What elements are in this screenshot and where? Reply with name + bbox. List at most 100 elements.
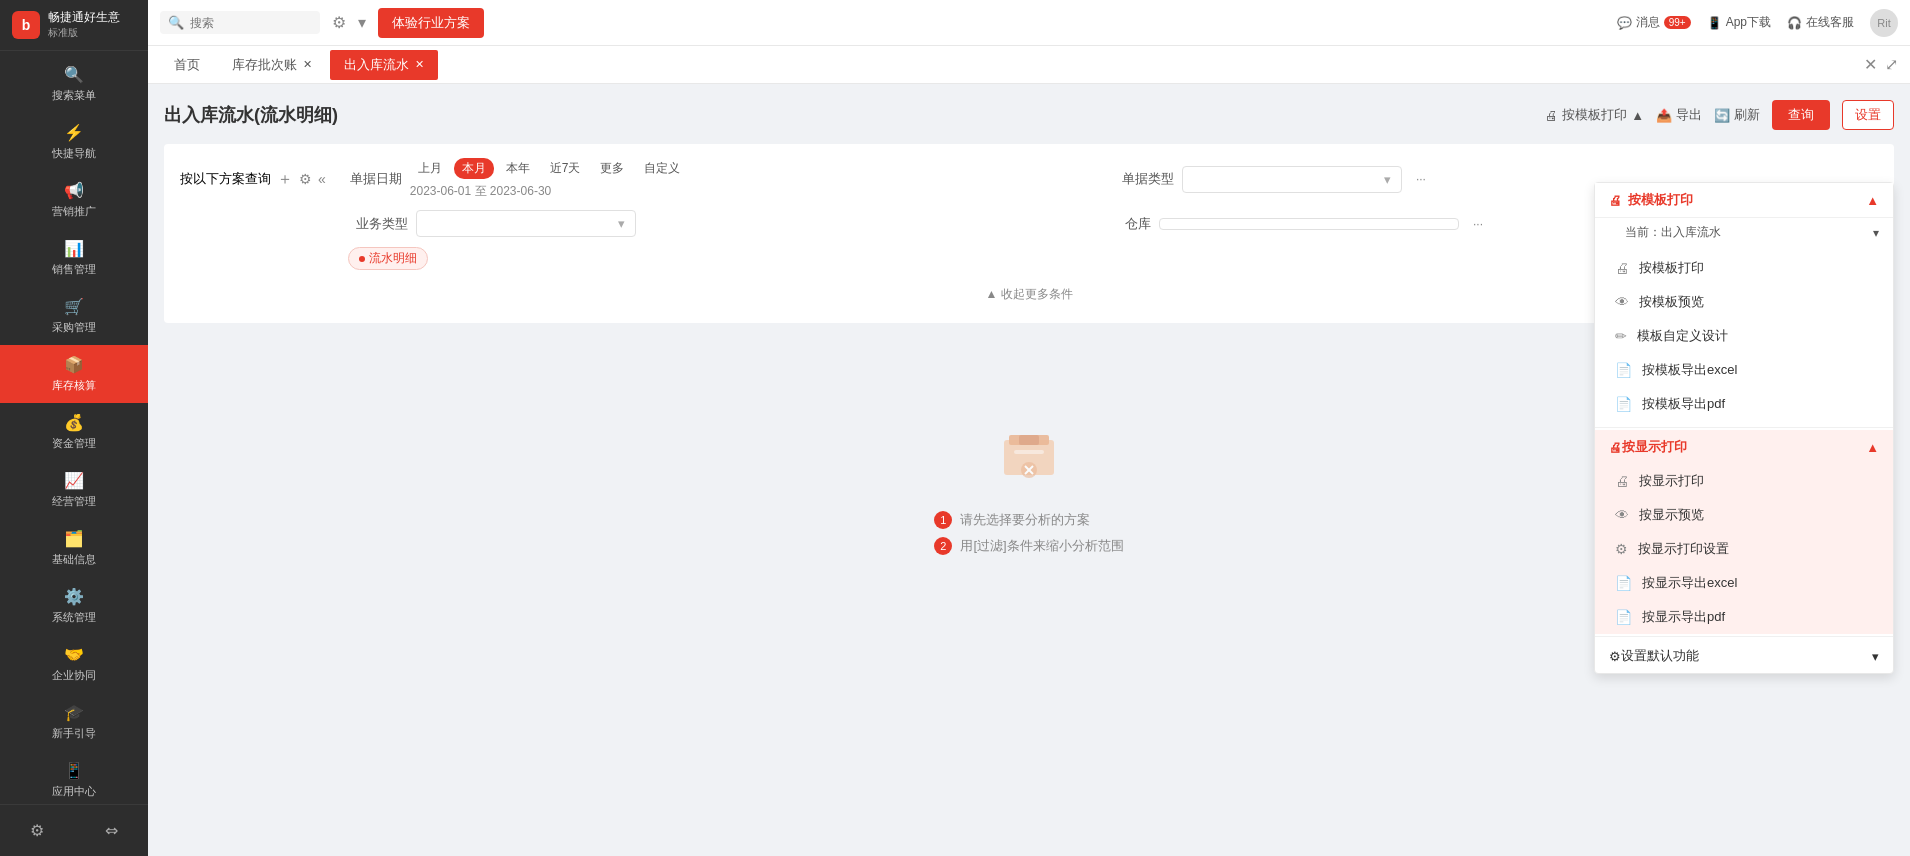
template-print-button[interactable]: 🖨 按模板打印 ▲ — [1545, 106, 1644, 124]
tab-batch-account[interactable]: 库存批次账 ✕ — [218, 50, 326, 80]
sidebar-item-inventory[interactable]: 📦 库存核算 — [0, 345, 148, 403]
display-print-title[interactable]: 🖨 按显示打印 ▲ — [1595, 430, 1893, 464]
sidebar-item-enterprise[interactable]: 🤝 企业协同 — [0, 635, 148, 693]
dropdown-header[interactable]: 🖨 按模板打印 ▲ — [1595, 183, 1893, 218]
document-type-input[interactable]: ▾ — [1182, 166, 1402, 193]
printer-icon: 🖨 — [1545, 108, 1558, 123]
sidebar-item-finance[interactable]: 💰 资金管理 — [0, 403, 148, 461]
query-button[interactable]: 查询 — [1772, 100, 1830, 130]
topbar-search[interactable]: 🔍 — [160, 11, 320, 34]
maximize-window-icon[interactable]: ⤢ — [1885, 55, 1898, 74]
display-preview-item[interactable]: 👁 按显示预览 — [1595, 498, 1893, 532]
date-tab-custom[interactable]: 自定义 — [636, 158, 688, 179]
date-tab-more[interactable]: 更多 — [592, 158, 632, 179]
app-download-label: App下载 — [1726, 14, 1771, 31]
sidebar-item-label: 企业协同 — [52, 668, 96, 683]
sidebar-item-marketing[interactable]: 📢 营销推广 — [0, 171, 148, 229]
warehouse-input[interactable] — [1159, 218, 1459, 230]
chevron-up-icon: ▲ — [985, 287, 997, 301]
phone-icon: 📱 — [64, 761, 84, 780]
business-type-input[interactable]: ▾ — [416, 210, 636, 237]
tab-batch-account-label: 库存批次账 — [232, 56, 297, 74]
display-export-pdf-item[interactable]: 📄 按显示导出pdf — [1595, 600, 1893, 634]
tip-number-2: 2 — [934, 537, 952, 555]
dropdown-title: 按模板打印 — [1628, 191, 1693, 209]
document-type-more-icon[interactable]: ··· — [1410, 172, 1432, 186]
template-export-pdf-label: 按模板导出pdf — [1642, 395, 1725, 413]
megaphone-icon: 📢 — [64, 181, 84, 200]
export-button[interactable]: 📤 导出 — [1656, 106, 1702, 124]
tab-batch-account-close-icon[interactable]: ✕ — [303, 58, 312, 71]
template-design-item[interactable]: ✏ 模板自定义设计 — [1595, 319, 1893, 353]
add-filter-icon[interactable]: ＋ — [277, 169, 293, 190]
refresh-button[interactable]: 🔄 刷新 — [1714, 106, 1760, 124]
pdf-icon: 📄 — [1615, 396, 1632, 412]
sidebar-item-label: 销售管理 — [52, 262, 96, 277]
empty-state-icon — [989, 415, 1069, 495]
settings-icon[interactable]: ⚙ — [332, 13, 346, 32]
settings-button[interactable]: ⚙ — [22, 817, 52, 844]
sidebar-item-basic[interactable]: 🗂️ 基础信息 — [0, 519, 148, 577]
date-tabs: 上月 本月 本年 近7天 更多 自定义 — [410, 158, 689, 179]
filter-tag-label: 流水明细 — [369, 250, 417, 267]
filter-collapse-icon[interactable]: « — [318, 171, 326, 187]
sidebar-item-system[interactable]: ⚙️ 系统管理 — [0, 577, 148, 635]
tab-home[interactable]: 首页 — [160, 50, 214, 80]
sidebar-item-label: 快捷导航 — [52, 146, 96, 161]
customer-service-button[interactable]: 🎧 在线客服 — [1787, 14, 1854, 31]
tab-flow[interactable]: 出入库流水 ✕ — [330, 50, 438, 80]
search-input[interactable] — [190, 16, 310, 30]
active-filter-tag[interactable]: 流水明细 — [348, 247, 428, 270]
tip-text-2: 用[过滤]条件来缩小分析范围 — [960, 537, 1123, 555]
display-print-item-label: 按显示打印 — [1639, 472, 1704, 490]
sidebar-item-search[interactable]: 🔍 搜索菜单 — [0, 55, 148, 113]
template-export-excel-label: 按模板导出excel — [1642, 361, 1737, 379]
refresh-icon: 🔄 — [1714, 108, 1730, 123]
template-export-excel-item[interactable]: 📄 按模板导出excel — [1595, 353, 1893, 387]
date-tab-this-year[interactable]: 本年 — [498, 158, 538, 179]
filter-gear-icon[interactable]: ⚙ — [299, 171, 312, 187]
filter-tag-dot — [359, 256, 365, 262]
sidebar-nav: 🔍 搜索菜单 ⚡ 快捷导航 📢 营销推广 📊 销售管理 🛒 采购管理 📦 库存核… — [0, 51, 148, 804]
download-icon: 📱 — [1707, 16, 1722, 30]
dropdown-arrow-icon[interactable]: ▾ — [358, 13, 366, 32]
set-default-label: 设置默认功能 — [1621, 647, 1699, 665]
trial-button[interactable]: 体验行业方案 — [378, 8, 484, 38]
sidebar-item-quick-nav[interactable]: ⚡ 快捷导航 — [0, 113, 148, 171]
template-print-label: 按模板打印 — [1639, 259, 1704, 277]
sidebar-item-sales[interactable]: 📊 销售管理 — [0, 229, 148, 287]
display-print-section: 🖨 按显示打印 ▲ 🖨 按显示打印 👁 按显示预览 ⚙ 按显示打印设置 — [1595, 430, 1893, 634]
sidebar-item-purchase[interactable]: 🛒 采购管理 — [0, 287, 148, 345]
eye-icon: 👁 — [1615, 507, 1629, 523]
collapse-sidebar-button[interactable]: ⇔ — [97, 817, 126, 844]
sidebar-item-label: 库存核算 — [52, 378, 96, 393]
date-tab-last-month[interactable]: 上月 — [410, 158, 450, 179]
display-export-excel-item[interactable]: 📄 按显示导出excel — [1595, 566, 1893, 600]
date-range: 2023-06-01 至 2023-06-30 — [410, 183, 689, 200]
sidebar-item-operations[interactable]: 📈 经营管理 — [0, 461, 148, 519]
date-label: 单据日期 — [350, 170, 402, 188]
sidebar-item-guide[interactable]: 🎓 新手引导 — [0, 693, 148, 751]
set-default-button[interactable]: ⚙ 设置默认功能 ▾ — [1595, 639, 1893, 673]
app-download-button[interactable]: 📱 App下载 — [1707, 14, 1771, 31]
sidebar-bottom: ⚙ ⇔ — [0, 804, 148, 856]
tab-flow-label: 出入库流水 — [344, 56, 409, 74]
logo-icon: b — [12, 11, 40, 39]
printer-icon: 🖨 — [1609, 193, 1622, 208]
settings-button[interactable]: 设置 — [1842, 100, 1894, 130]
close-window-icon[interactable]: ✕ — [1864, 55, 1877, 74]
date-tab-this-month[interactable]: 本月 — [454, 158, 494, 179]
message-button[interactable]: 💬 消息 99+ — [1617, 14, 1691, 31]
warehouse-more-icon[interactable]: ··· — [1467, 217, 1489, 231]
tab-flow-close-icon[interactable]: ✕ — [415, 58, 424, 71]
template-export-pdf-item[interactable]: 📄 按模板导出pdf — [1595, 387, 1893, 421]
cart-icon: 🛒 — [64, 297, 84, 316]
sidebar-item-apps[interactable]: 📱 应用中心 — [0, 751, 148, 804]
template-print-item[interactable]: 🖨 按模板打印 — [1595, 251, 1893, 285]
user-profile[interactable]: Rit — [1870, 9, 1898, 37]
display-print-settings-item[interactable]: ⚙ 按显示打印设置 — [1595, 532, 1893, 566]
date-tab-7days[interactable]: 近7天 — [542, 158, 589, 179]
message-icon: 💬 — [1617, 16, 1632, 30]
template-preview-item[interactable]: 👁 按模板预览 — [1595, 285, 1893, 319]
display-print-item[interactable]: 🖨 按显示打印 — [1595, 464, 1893, 498]
